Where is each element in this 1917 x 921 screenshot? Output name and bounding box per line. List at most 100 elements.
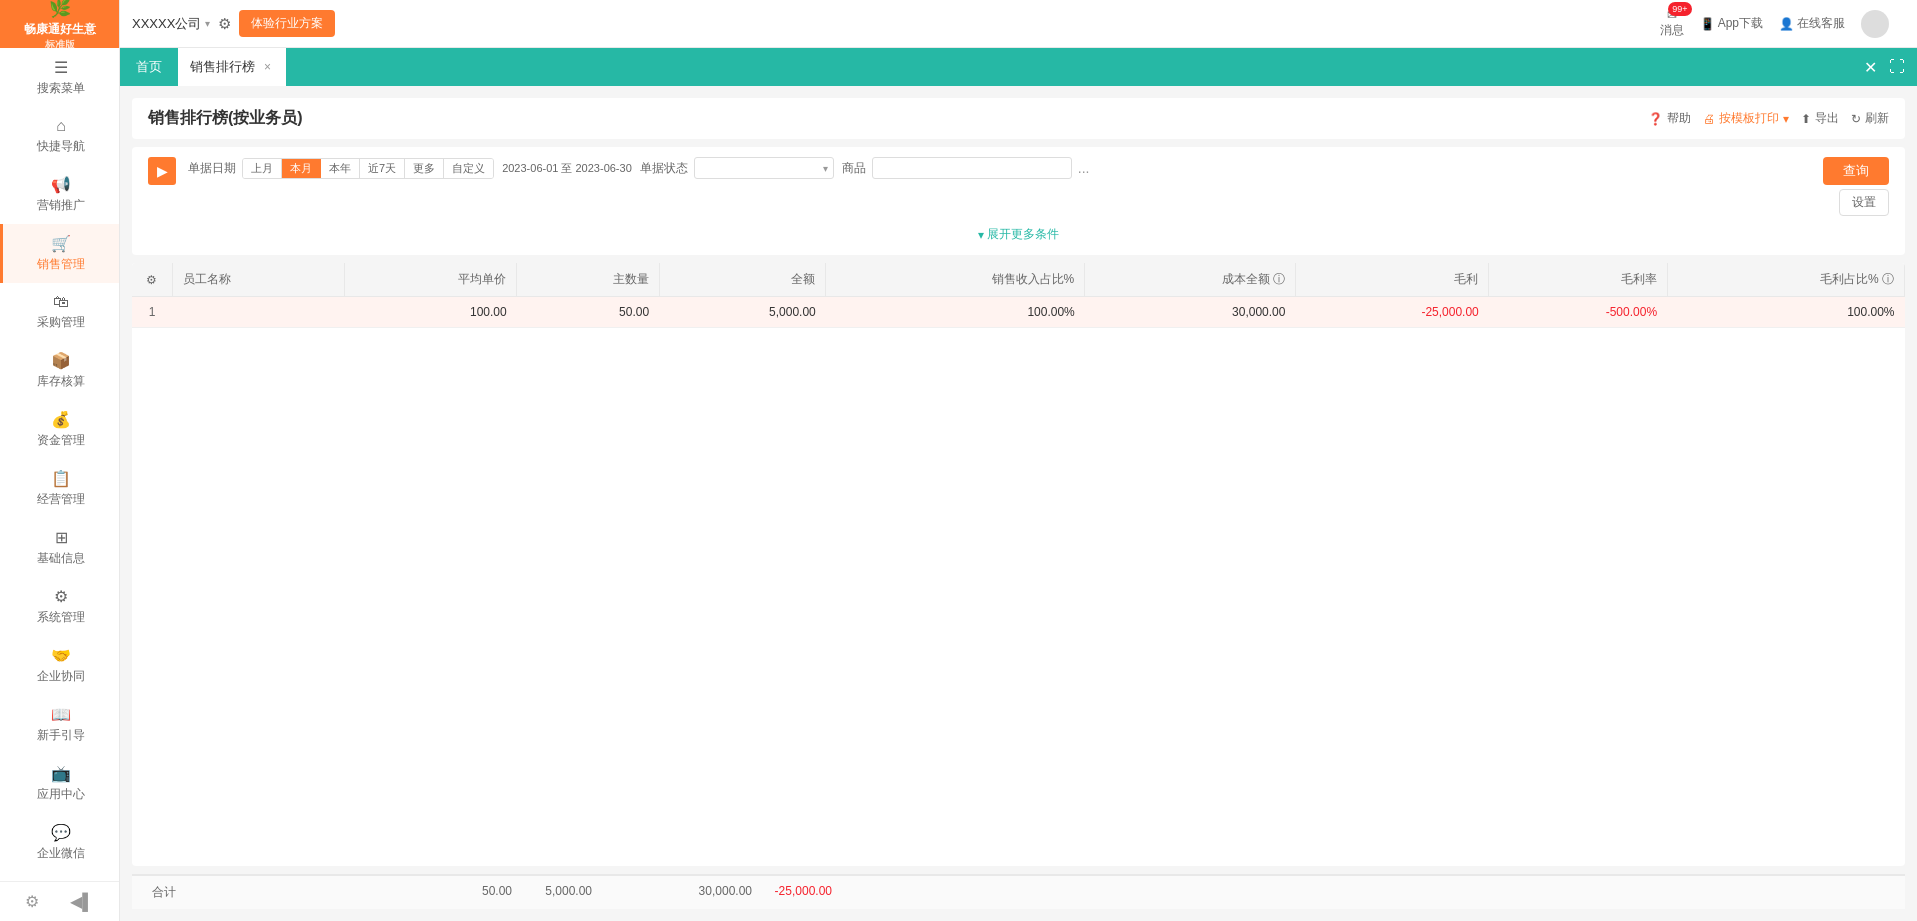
query-button[interactable]: 查询	[1823, 157, 1889, 185]
wechat-icon: 💬	[51, 823, 71, 842]
topbar-gear-icon[interactable]: ⚙	[218, 15, 231, 33]
sidebar-bottom: ⚙ ◀▌	[0, 881, 119, 921]
date-filter-label: 单据日期	[188, 160, 236, 177]
sidebar-item-basic[interactable]: ⊞ 基础信息	[0, 518, 119, 577]
company-name: XXXXX公司	[132, 15, 201, 33]
sidebar-item-wechat-label: 企业微信	[37, 845, 85, 862]
filter-bottom-row: ▾ 展开更多条件	[148, 224, 1889, 245]
sidebar-item-system[interactable]: ⚙ 系统管理	[0, 577, 119, 636]
col-sales-pct: 销售收入占比%	[826, 263, 1085, 297]
cell-gross-rate: -500.00%	[1489, 297, 1667, 328]
goods-filter-item: 商品 ...	[842, 157, 1090, 179]
trial-button[interactable]: 体验行业方案	[239, 10, 335, 37]
date-tab-more[interactable]: 更多	[405, 159, 444, 178]
logo-text-line2: 标准版	[45, 38, 75, 51]
collapse-sidebar-icon[interactable]: ◀▌	[70, 892, 93, 911]
tab-sales-ranking[interactable]: 销售排行榜 ×	[178, 48, 286, 86]
expand-more-button[interactable]: ▾ 展开更多条件	[978, 226, 1059, 243]
cell-amount: 5,000.00	[659, 297, 826, 328]
app-download-button[interactable]: 📱 App下载	[1700, 15, 1763, 32]
sidebar-item-operation[interactable]: 📋 经营管理	[0, 459, 119, 518]
footer-qty: 50.00	[442, 884, 522, 901]
main-area: XXXXX公司 ▾ ⚙ 体验行业方案 ✉ 消息 99+ 📱 App下载 👤 在线…	[120, 0, 1917, 921]
home-icon: ⌂	[56, 117, 66, 135]
date-tab-custom[interactable]: 自定义	[444, 159, 493, 178]
col-settings[interactable]: ⚙	[132, 263, 172, 297]
sidebar-item-collab-label: 企业协同	[37, 668, 85, 685]
marketing-icon: 📢	[51, 175, 71, 194]
sidebar-item-collab[interactable]: 🤝 企业协同	[0, 636, 119, 695]
sidebar-item-sales[interactable]: 🛒 销售管理	[0, 224, 119, 283]
table-header-row: ⚙ 员工名称 平均单价 主数量 全额 销售收入占比% 成本全额 ⓘ 毛利 毛利率…	[132, 263, 1905, 297]
online-service-button[interactable]: 👤 在线客服	[1779, 15, 1845, 32]
sidebar-item-purchase[interactable]: 🛍 采购管理	[0, 283, 119, 341]
sidebar-item-marketing[interactable]: 📢 营销推广	[0, 165, 119, 224]
date-tab-thismonth[interactable]: 本月	[282, 159, 321, 178]
goods-input[interactable]	[872, 157, 1072, 179]
tab-home[interactable]: 首页	[120, 48, 178, 86]
filter-right-buttons: 查询 设置	[1823, 157, 1889, 216]
content: 销售排行榜(按业务员) ❓ 帮助 🖨 按模板打印 ▾ ⬆ 导出 ↻ 刷新	[120, 86, 1917, 921]
company-chevron-icon: ▾	[205, 18, 210, 29]
filter-ellipsis[interactable]: ...	[1078, 160, 1090, 176]
sidebar-item-inventory[interactable]: 📦 库存核算	[0, 341, 119, 400]
export-button[interactable]: ⬆ 导出	[1801, 110, 1839, 127]
tab-close-icon[interactable]: ×	[261, 59, 274, 75]
help-button[interactable]: ❓ 帮助	[1648, 110, 1691, 127]
export-label: 导出	[1815, 110, 1839, 127]
export-icon: ⬆	[1801, 112, 1811, 126]
search-menu-icon: ☰	[54, 58, 68, 77]
sidebar-item-basic-label: 基础信息	[37, 550, 85, 567]
topbar: XXXXX公司 ▾ ⚙ 体验行业方案 ✉ 消息 99+ 📱 App下载 👤 在线…	[120, 0, 1917, 48]
app-download-label: App下载	[1718, 15, 1763, 32]
footer-total-label: 合计	[152, 885, 176, 899]
tab-sales-ranking-label: 销售排行榜	[190, 58, 255, 76]
avatar[interactable]	[1861, 10, 1889, 38]
gross-pct-info-icon[interactable]: ⓘ	[1882, 272, 1894, 286]
message-label: 消息	[1660, 22, 1684, 39]
settings-bottom-icon[interactable]: ⚙	[25, 892, 39, 911]
print-button[interactable]: 🖨 按模板打印 ▾	[1703, 110, 1789, 127]
apps-icon: 📺	[51, 764, 71, 783]
print-icon: 🖨	[1703, 112, 1715, 126]
sidebar-item-apps[interactable]: 📺 应用中心	[0, 754, 119, 813]
expand-chevron-icon: ▾	[978, 228, 984, 242]
date-range-text: 2023-06-01 至 2023-06-30	[502, 161, 632, 176]
col-gross-pct: 毛利占比% ⓘ	[1667, 263, 1904, 297]
sidebar-item-guide[interactable]: 📖 新手引导	[0, 695, 119, 754]
date-tab-7days[interactable]: 近7天	[360, 159, 405, 178]
logo-icon: 🌿	[49, 0, 71, 20]
collab-icon: 🤝	[51, 646, 71, 665]
app-logo: 🌿 畅康通好生意 标准版	[0, 0, 119, 48]
footer-gross: -25,000.00	[762, 884, 842, 901]
tab-close-window-icon[interactable]: ✕	[1860, 56, 1881, 79]
sidebar-item-member[interactable]: V 畅会员	[0, 872, 119, 881]
company-selector[interactable]: XXXXX公司 ▾	[132, 15, 210, 33]
footer-cost: 30,000.00	[682, 884, 762, 901]
table-body: 1 100.00 50.00 5,000.00 100.00% 30,000.0…	[132, 297, 1905, 328]
logo-text-line1: 畅康通好生意	[24, 22, 96, 38]
tab-fullscreen-icon[interactable]: ⛶	[1885, 56, 1909, 78]
sidebar-item-search[interactable]: ☰ 搜索菜单	[0, 48, 119, 107]
sidebar-item-wechat[interactable]: 💬 企业微信	[0, 813, 119, 872]
sidebar-item-system-label: 系统管理	[37, 609, 85, 626]
col-qty: 主数量	[517, 263, 659, 297]
page-header: 销售排行榜(按业务员) ❓ 帮助 🖨 按模板打印 ▾ ⬆ 导出 ↻ 刷新	[132, 98, 1905, 139]
cell-name	[172, 297, 344, 328]
sidebar-item-guide-label: 新手引导	[37, 727, 85, 744]
refresh-button[interactable]: ↻ 刷新	[1851, 110, 1889, 127]
page-title: 销售排行榜(按业务员)	[148, 108, 303, 129]
message-button[interactable]: ✉ 消息 99+	[1660, 8, 1684, 39]
sidebar-item-shortcut[interactable]: ⌂ 快捷导航	[0, 107, 119, 165]
date-tab-lastmonth[interactable]: 上月	[243, 159, 282, 178]
filter-toggle-arrow[interactable]: ▶	[148, 157, 176, 185]
cost-info-icon[interactable]: ⓘ	[1273, 272, 1285, 286]
col-amount: 全额	[659, 263, 826, 297]
sidebar-item-finance[interactable]: 💰 资金管理	[0, 400, 119, 459]
status-select[interactable]	[694, 157, 834, 179]
sidebar-item-inventory-label: 库存核算	[37, 373, 85, 390]
date-tab-thisyear[interactable]: 本年	[321, 159, 360, 178]
setting-button[interactable]: 设置	[1839, 189, 1889, 216]
filter-bar: ▶ 单据日期 上月 本月 本年 近7天 更多 自定义	[132, 147, 1905, 255]
service-label: 在线客服	[1797, 15, 1845, 32]
